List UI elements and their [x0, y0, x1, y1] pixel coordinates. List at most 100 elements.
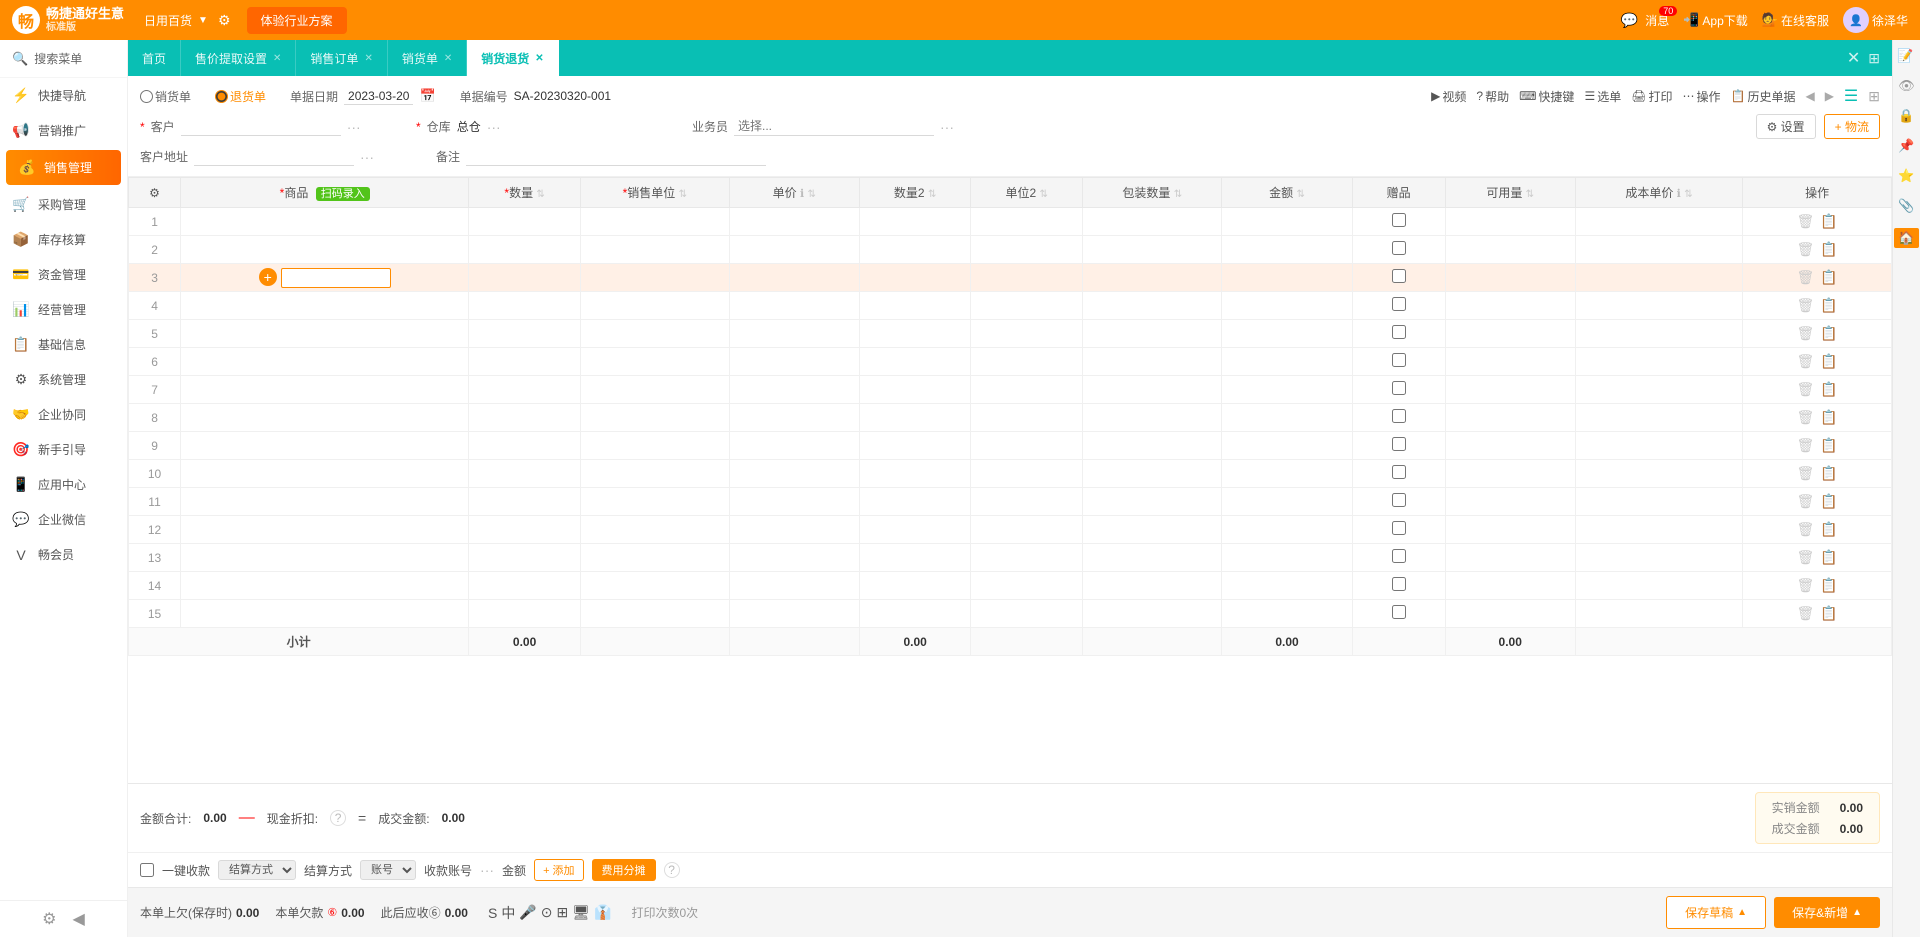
save-new-btn[interactable]: 保存&新增 ▲	[1774, 897, 1880, 928]
available-cell-12[interactable]	[1445, 516, 1575, 544]
sale-unit-cell-8[interactable]	[580, 404, 729, 432]
qty2-cell-7[interactable]	[859, 376, 971, 404]
unit2-cell-14[interactable]	[971, 572, 1083, 600]
unit2-cell-11[interactable]	[971, 488, 1083, 516]
pack-qty-cell-4[interactable]	[1082, 292, 1221, 320]
copy-row-btn-10[interactable]: 📋	[1820, 465, 1837, 482]
toolbar-select-btn[interactable]: ☰ 选单	[1584, 88, 1621, 105]
unit-price-cell-10[interactable]	[729, 460, 859, 488]
amount-cell-11[interactable]	[1222, 488, 1352, 516]
bottom-icon-grid[interactable]: ⊞	[557, 904, 569, 921]
amount-cell-5[interactable]	[1222, 320, 1352, 348]
qty2-cell-5[interactable]	[859, 320, 971, 348]
copy-row-btn-15[interactable]: 📋	[1820, 605, 1837, 622]
add-payment-btn[interactable]: + 添加	[534, 859, 583, 881]
cost-price-cell-8[interactable]	[1575, 404, 1742, 432]
gift-cell-11[interactable]	[1352, 488, 1445, 516]
delete-row-btn-6[interactable]: 🗑	[1796, 353, 1814, 370]
delete-row-btn-14[interactable]: 🗑	[1796, 577, 1814, 594]
unit2-cell-12[interactable]	[971, 516, 1083, 544]
unit2-cell-13[interactable]	[971, 544, 1083, 572]
pack-qty-cell-7[interactable]	[1082, 376, 1221, 404]
delete-row-btn-10[interactable]: 🗑	[1796, 465, 1814, 482]
sidebar-collapse-icon[interactable]: ◀	[73, 909, 85, 929]
product-cell-4[interactable]	[181, 292, 469, 320]
cost-price-cell-6[interactable]	[1575, 348, 1742, 376]
pack-qty-cell-2[interactable]	[1082, 236, 1221, 264]
staff-input[interactable]	[734, 117, 934, 136]
unit2-cell-10[interactable]	[971, 460, 1083, 488]
quantity-cell-4[interactable]	[469, 292, 581, 320]
experience-btn[interactable]: 体验行业方案	[247, 7, 347, 34]
sale-unit-cell-15[interactable]	[580, 600, 729, 628]
qty2-cell-14[interactable]	[859, 572, 971, 600]
amount-cell-13[interactable]	[1222, 544, 1352, 572]
app-download-btn[interactable]: 📲 App下载	[1683, 12, 1748, 29]
gift-cell-10[interactable]	[1352, 460, 1445, 488]
product-cell-7[interactable]	[181, 376, 469, 404]
quantity-cell-8[interactable]	[469, 404, 581, 432]
right-panel-eye-icon[interactable]: 👁	[1898, 78, 1915, 94]
pack-qty-cell-10[interactable]	[1082, 460, 1221, 488]
search-menu-btn[interactable]: 🔍 搜索菜单	[0, 40, 127, 78]
unit-price-cell-11[interactable]	[729, 488, 859, 516]
product-cell-12[interactable]	[181, 516, 469, 544]
amount-cell-2[interactable]	[1222, 236, 1352, 264]
sale-unit-cell-11[interactable]	[580, 488, 729, 516]
sale-unit-cell-4[interactable]	[580, 292, 729, 320]
sidebar-item-库存核算[interactable]: 📦库存核算	[0, 222, 127, 257]
available-cell-14[interactable]	[1445, 572, 1575, 600]
qty2-cell-4[interactable]	[859, 292, 971, 320]
list-view-icon[interactable]: ☰	[1844, 86, 1858, 106]
amount-cell-10[interactable]	[1222, 460, 1352, 488]
available-cell-1[interactable]	[1445, 208, 1575, 236]
quantity-cell-10[interactable]	[469, 460, 581, 488]
unit2-cell-4[interactable]	[971, 292, 1083, 320]
gift-checkbox-14[interactable]	[1392, 577, 1406, 591]
available-cell-10[interactable]	[1445, 460, 1575, 488]
gift-cell-4[interactable]	[1352, 292, 1445, 320]
delete-row-btn-7[interactable]: 🗑	[1796, 381, 1814, 398]
sale-radio[interactable]: 销货单	[140, 88, 191, 105]
unit-price-cell-8[interactable]	[729, 404, 859, 432]
delete-row-btn-8[interactable]: 🗑	[1796, 409, 1814, 426]
bottom-icon-shirt[interactable]: 👔	[594, 904, 611, 921]
right-panel-star-icon[interactable]: ⭐	[1898, 168, 1914, 184]
gift-cell-6[interactable]	[1352, 348, 1445, 376]
pack-qty-cell-15[interactable]	[1082, 600, 1221, 628]
qty2-cell-8[interactable]	[859, 404, 971, 432]
bottom-icon-dot[interactable]: ⊙	[541, 904, 553, 921]
bottom-icon-mic[interactable]: 🎤	[519, 904, 536, 921]
cost-price-cell-11[interactable]	[1575, 488, 1742, 516]
gift-checkbox-5[interactable]	[1392, 325, 1406, 339]
col-unit-price-info-icon[interactable]: ℹ	[800, 188, 804, 200]
sidebar-item-快捷导航[interactable]: ⚡快捷导航	[0, 78, 127, 113]
unit2-cell-15[interactable]	[971, 600, 1083, 628]
settings-gear-icon[interactable]: ⚙	[218, 12, 231, 29]
amount-cell-14[interactable]	[1222, 572, 1352, 600]
daily-goods-dropdown-icon[interactable]: ▼	[198, 15, 208, 26]
available-cell-2[interactable]	[1445, 236, 1575, 264]
amount-cell-9[interactable]	[1222, 432, 1352, 460]
next-record-icon[interactable]: ▶	[1825, 89, 1834, 103]
nav-tab-close-2[interactable]: ✕	[364, 53, 372, 64]
toolbar-help-btn[interactable]: ? 帮助	[1476, 88, 1509, 105]
col-quantity-sort-icon[interactable]: ⇅	[536, 189, 544, 200]
sidebar-item-采购管理[interactable]: 🛒采购管理	[0, 187, 127, 222]
qty2-cell-11[interactable]	[859, 488, 971, 516]
qty2-cell-2[interactable]	[859, 236, 971, 264]
unit2-cell-9[interactable]	[971, 432, 1083, 460]
toolbar-video-btn[interactable]: ▶ 视频	[1431, 88, 1466, 105]
gift-cell-1[interactable]	[1352, 208, 1445, 236]
gift-cell-13[interactable]	[1352, 544, 1445, 572]
copy-row-btn-9[interactable]: 📋	[1820, 437, 1837, 454]
product-cell-5[interactable]	[181, 320, 469, 348]
pack-qty-cell-5[interactable]	[1082, 320, 1221, 348]
staff-select-icon[interactable]: ···	[940, 119, 954, 135]
cost-price-cell-1[interactable]	[1575, 208, 1742, 236]
nav-tab-close-4[interactable]: ✕	[535, 53, 543, 64]
right-panel-edit-icon[interactable]: 📝	[1899, 48, 1914, 64]
col-settings-header[interactable]: ⚙	[129, 178, 181, 208]
gift-checkbox-10[interactable]	[1392, 465, 1406, 479]
date-value[interactable]: 2023-03-20	[344, 88, 413, 105]
